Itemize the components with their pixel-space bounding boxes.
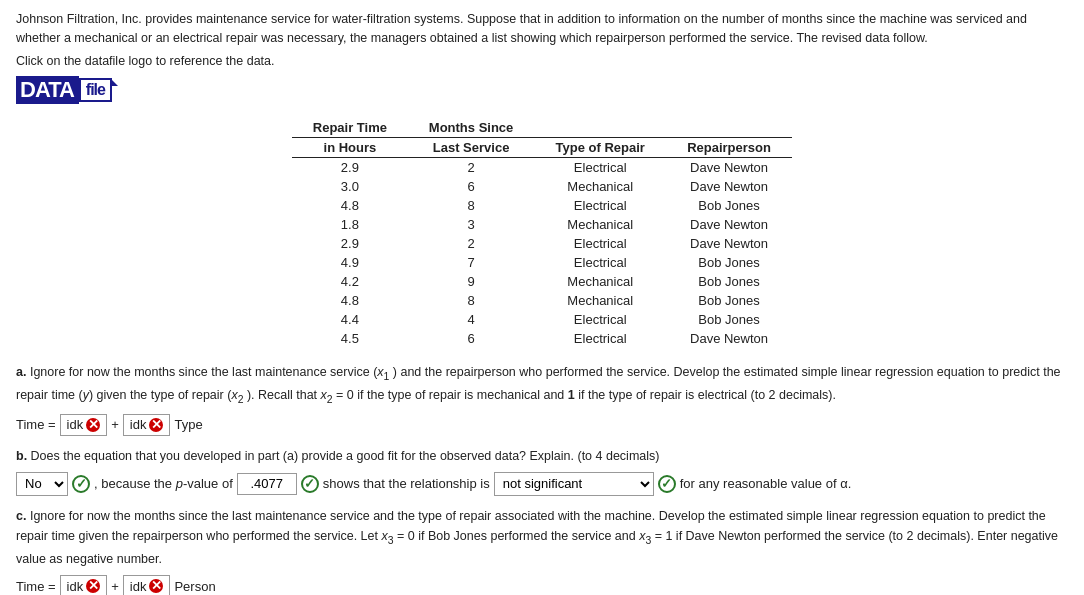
table-row: 2.92ElectricalDave Newton <box>292 234 792 253</box>
idk-text-a2: idk <box>130 417 147 432</box>
section-a-text: a. Ignore for now the months since the l… <box>16 362 1068 408</box>
plus-c: + <box>111 579 119 594</box>
relationship-select[interactable]: not significant significant <box>494 472 654 496</box>
clear-icon-c2[interactable]: ✕ <box>149 579 163 593</box>
idk-input-a1[interactable]: idk ✕ <box>60 414 108 436</box>
col-subheader-hours: in Hours <box>292 137 408 157</box>
idk-input-c2[interactable]: idk ✕ <box>123 575 171 595</box>
intro-text: Johnson Filtration, Inc. provides mainte… <box>16 10 1068 48</box>
section-b-no-select[interactable]: No Yes <box>16 472 68 496</box>
col-header-repair-time: Repair Time <box>292 118 408 138</box>
col-header-months-since: Months Since <box>408 118 535 138</box>
idk-text-c1: idk <box>67 579 84 594</box>
section-c-text: c. Ignore for now the months since the l… <box>16 506 1068 569</box>
datafile-logo[interactable]: DATAfile <box>16 76 112 104</box>
because-text: , because the p-value of <box>94 476 233 491</box>
type-label-a: Type <box>174 417 202 432</box>
check-icon-b-rel[interactable]: ✓ <box>658 475 676 493</box>
table-row: 4.56ElectricalDave Newton <box>292 329 792 348</box>
section-c-answer-row: Time = idk ✕ + idk ✕ Person <box>16 575 1068 595</box>
section-b-text: b. Does the equation that you developed … <box>16 446 1068 466</box>
table-row: 4.88MechanicalBob Jones <box>292 291 792 310</box>
table-row: 2.92ElectricalDave Newton <box>292 157 792 177</box>
clear-icon-a1[interactable]: ✕ <box>86 418 100 432</box>
section-a-answer-row: Time = idk ✕ + idk ✕ Type <box>16 414 1068 436</box>
time-label-a: Time = <box>16 417 56 432</box>
table-row: 4.97ElectricalBob Jones <box>292 253 792 272</box>
plus-a: + <box>111 417 119 432</box>
col-subheader-repairperson: Repairperson <box>666 137 792 157</box>
time-label-c: Time = <box>16 579 56 594</box>
table-row: 4.44ElectricalBob Jones <box>292 310 792 329</box>
table-row: 4.88ElectricalBob Jones <box>292 196 792 215</box>
section-b-answer-row: No Yes ✓ , because the p-value of ✓ show… <box>16 472 1068 496</box>
data-table: Repair Time Months Since in Hours Last S… <box>292 118 792 348</box>
col-subheader-type-of-repair: Type of Repair <box>534 137 666 157</box>
check-icon-b-no[interactable]: ✓ <box>72 475 90 493</box>
idk-input-c1[interactable]: idk ✕ <box>60 575 108 595</box>
clear-icon-a2[interactable]: ✕ <box>149 418 163 432</box>
col-header-repairperson <box>666 118 792 138</box>
logo-data: DATA <box>16 76 79 104</box>
col-header-type <box>534 118 666 138</box>
logo-file: file <box>79 78 112 102</box>
person-label-c: Person <box>174 579 215 594</box>
table-row: 3.06MechanicalDave Newton <box>292 177 792 196</box>
table-row: 4.29MechanicalBob Jones <box>292 272 792 291</box>
for-text: for any reasonable value of α. <box>680 476 852 491</box>
click-text: Click on the datafile logo to reference … <box>16 54 1068 68</box>
idk-input-a2[interactable]: idk ✕ <box>123 414 171 436</box>
col-subheader-last-service: Last Service <box>408 137 535 157</box>
idk-text-c2: idk <box>130 579 147 594</box>
idk-text-a1: idk <box>67 417 84 432</box>
table-row: 1.83MechanicalDave Newton <box>292 215 792 234</box>
clear-icon-c1[interactable]: ✕ <box>86 579 100 593</box>
pvalue-input[interactable] <box>237 473 297 495</box>
shows-text: shows that the relationship is <box>323 476 490 491</box>
check-icon-b-pvalue[interactable]: ✓ <box>301 475 319 493</box>
